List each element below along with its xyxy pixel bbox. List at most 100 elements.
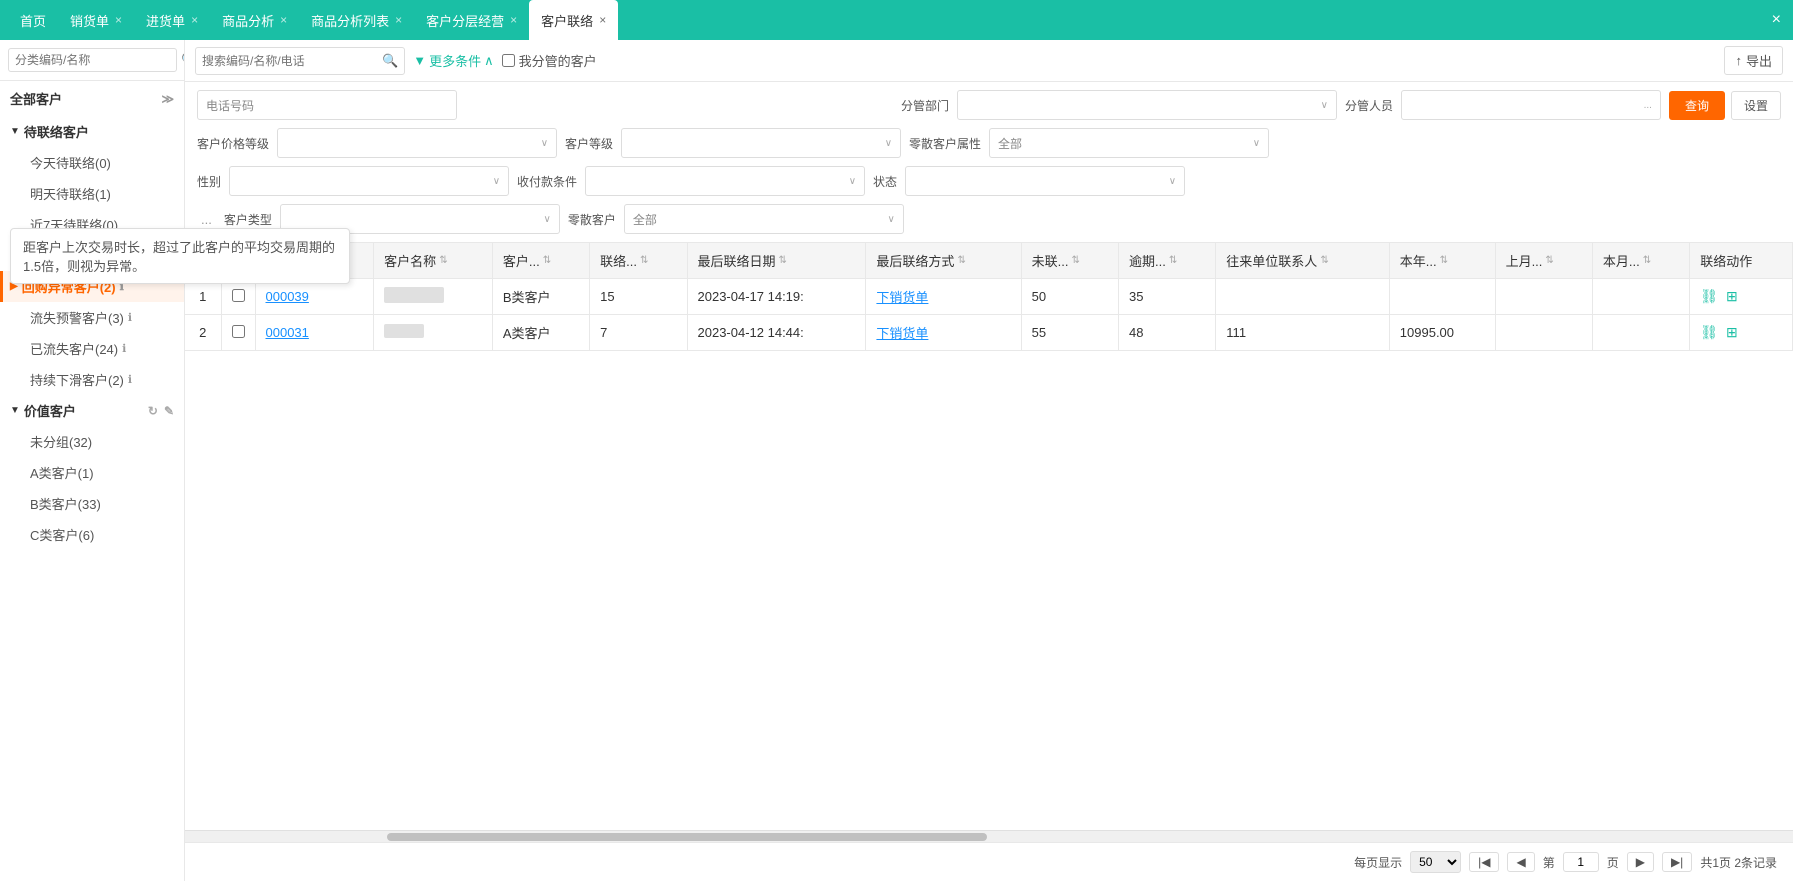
more-conditions-button[interactable]: ▼ 更多条件 ∧ xyxy=(413,51,493,70)
row2-name[interactable] xyxy=(374,315,493,351)
phone-input[interactable] xyxy=(266,98,448,112)
row1-overdue: 35 xyxy=(1118,279,1215,315)
tab-customer-contact[interactable]: 客户联络 × xyxy=(529,0,618,40)
th-last-contact-date[interactable]: 最后联络日期 ⇅ xyxy=(687,243,866,279)
status-select[interactable]: ∨ xyxy=(905,166,1185,196)
export-button[interactable]: ↑ 导出 xyxy=(1724,46,1783,75)
close-purchase-order-icon[interactable]: × xyxy=(191,13,198,27)
sidebar-item-c-class[interactable]: C类客户(6) xyxy=(8,519,184,550)
sidebar-item-declining[interactable]: 持续下滑客户(2) ℹ xyxy=(8,364,184,395)
sidebar-item-tomorrow[interactable]: 明天待联络(1) xyxy=(8,178,184,209)
retail-attr-select[interactable]: 全部 ∨ xyxy=(989,128,1269,158)
sidebar-item-at-risk[interactable]: 流失预警客户(3) ℹ xyxy=(8,302,184,333)
info-icon-churned: ℹ xyxy=(122,342,126,355)
th-action: 联络动作 xyxy=(1690,243,1793,279)
tab-product-analysis[interactable]: 商品分析 × xyxy=(210,0,299,40)
sort-tmonth-icon: ⇅ xyxy=(1643,255,1651,266)
sidebar-search-input[interactable] xyxy=(8,48,177,72)
th-unreached[interactable]: 未联... ⇅ xyxy=(1021,243,1118,279)
row2-code[interactable]: 000031 xyxy=(255,315,374,351)
sort-date-icon: ⇅ xyxy=(779,255,787,266)
my-customer-checkbox[interactable] xyxy=(502,54,515,67)
sidebar-item-today[interactable]: 今天待联络(0) xyxy=(8,147,184,178)
payment-select[interactable]: ∨ xyxy=(585,166,865,196)
close-sales-order-icon[interactable]: × xyxy=(115,13,122,27)
th-contact[interactable]: 联络... ⇅ xyxy=(590,243,687,279)
table-header-row: ⚙ 客户编码 ⇅ xyxy=(185,243,1793,279)
phone-field[interactable]: 电话号码 xyxy=(197,90,457,120)
row1-name[interactable] xyxy=(374,279,493,315)
page-number-input[interactable] xyxy=(1563,852,1599,872)
first-page-button[interactable]: |◀ xyxy=(1469,852,1499,872)
sidebar-section-pending[interactable]: ▼ 待联络客户 xyxy=(0,116,184,147)
manager-select[interactable]: ... xyxy=(1401,90,1661,120)
per-page-select[interactable]: 50 100 200 xyxy=(1410,851,1461,873)
gender-select[interactable]: ∨ xyxy=(229,166,509,196)
sidebar-item-a-class[interactable]: A类客户(1) xyxy=(8,457,184,488)
main-search-input[interactable] xyxy=(202,54,382,68)
th-overdue[interactable]: 逾期... ⇅ xyxy=(1118,243,1215,279)
last-page-button[interactable]: ▶| xyxy=(1662,852,1692,872)
sidebar-item-b-class[interactable]: B类客户(33) xyxy=(8,488,184,519)
more-dots[interactable]: ... xyxy=(197,212,216,227)
tab-sales-order[interactable]: 销货单 × xyxy=(58,0,134,40)
total-label: 共1页 2条记录 xyxy=(1700,854,1777,871)
tab-purchase-order[interactable]: 进货单 × xyxy=(134,0,210,40)
horizontal-scrollbar[interactable] xyxy=(185,830,1793,842)
close-product-analysis-list-icon[interactable]: × xyxy=(395,13,402,27)
th-unit-contact[interactable]: 往来单位联系人 ⇅ xyxy=(1216,243,1390,279)
customer-level-select[interactable]: ∨ xyxy=(621,128,901,158)
row1-unreached: 50 xyxy=(1021,279,1118,315)
th-last-month[interactable]: 上月... ⇅ xyxy=(1495,243,1592,279)
sidebar-item-ungrouped[interactable]: 未分组(32) xyxy=(8,426,184,457)
status-arrow-icon: ∨ xyxy=(1169,176,1176,187)
row2-tmonth xyxy=(1592,315,1689,351)
sort-unit-icon: ⇅ xyxy=(1320,255,1328,266)
row2-unreached: 55 xyxy=(1021,315,1118,351)
info-icon-declining: ℹ xyxy=(128,373,132,386)
row2-select-checkbox[interactable] xyxy=(232,325,245,338)
prev-page-button[interactable]: ◀ xyxy=(1507,852,1534,872)
sort-year-icon: ⇅ xyxy=(1440,255,1448,266)
row1-method[interactable]: 下销货单 xyxy=(866,279,1021,315)
close-customer-contact-icon[interactable]: × xyxy=(599,13,606,27)
sort-overdue-icon: ⇅ xyxy=(1169,255,1177,266)
tab-customer-segmentation[interactable]: 客户分层经营 × xyxy=(414,0,529,40)
row2-link-icon[interactable]: ⛓ xyxy=(1700,324,1718,341)
arrow-icon-value: ▼ xyxy=(10,405,20,416)
price-level-select[interactable]: ∨ xyxy=(277,128,557,158)
setting-button[interactable]: 设置 xyxy=(1731,91,1781,120)
sidebar-item-churned[interactable]: 已流失客户(24) ℹ xyxy=(8,333,184,364)
chevron-icon: ∧ xyxy=(484,53,494,69)
sidebar-collapse-icon[interactable]: ≫ xyxy=(161,92,174,106)
sort-method-icon: ⇅ xyxy=(957,255,965,266)
row2-method[interactable]: 下销货单 xyxy=(866,315,1021,351)
sort-type-icon: ⇅ xyxy=(543,255,551,266)
retail-select[interactable]: 全部 ∨ xyxy=(624,204,904,234)
edit-icon[interactable]: ✎ xyxy=(164,404,174,418)
row1-select-checkbox[interactable] xyxy=(232,289,245,302)
row1-grid-icon[interactable]: ⊞ xyxy=(1726,288,1738,305)
sidebar-all-customers[interactable]: 全部客户 ≫ xyxy=(0,81,184,116)
main-search-icon[interactable]: 🔍 xyxy=(382,53,398,69)
sidebar-section-value[interactable]: ▼ 价值客户 ↻ ✎ xyxy=(0,395,184,426)
row2-grid-icon[interactable]: ⊞ xyxy=(1726,324,1738,341)
refresh-icon[interactable]: ↻ xyxy=(148,404,158,418)
th-this-month[interactable]: 本月... ⇅ xyxy=(1592,243,1689,279)
tab-home[interactable]: 首页 xyxy=(8,0,58,40)
th-this-year[interactable]: 本年... ⇅ xyxy=(1389,243,1495,279)
tab-product-analysis-list[interactable]: 商品分析列表 × xyxy=(299,0,414,40)
scrollbar-thumb[interactable] xyxy=(387,833,987,841)
th-customer-type[interactable]: 客户... ⇅ xyxy=(492,243,589,279)
row1-link-icon[interactable]: ⛓ xyxy=(1700,288,1718,305)
department-select[interactable]: ∨ xyxy=(957,90,1337,120)
query-button[interactable]: 查询 xyxy=(1669,91,1725,120)
my-customer-toggle[interactable]: 我分管的客户 xyxy=(502,51,597,70)
close-all-tabs-button[interactable]: × xyxy=(1772,11,1781,29)
close-customer-segmentation-icon[interactable]: × xyxy=(510,13,517,27)
next-page-button[interactable]: ▶ xyxy=(1627,852,1654,872)
close-product-analysis-icon[interactable]: × xyxy=(280,13,287,27)
th-name[interactable]: 客户名称 ⇅ xyxy=(374,243,493,279)
table-row: 2 000031 A类客户 7 2023-04-12 14:44: 下销 xyxy=(185,315,1793,351)
th-last-contact-method[interactable]: 最后联络方式 ⇅ xyxy=(866,243,1021,279)
